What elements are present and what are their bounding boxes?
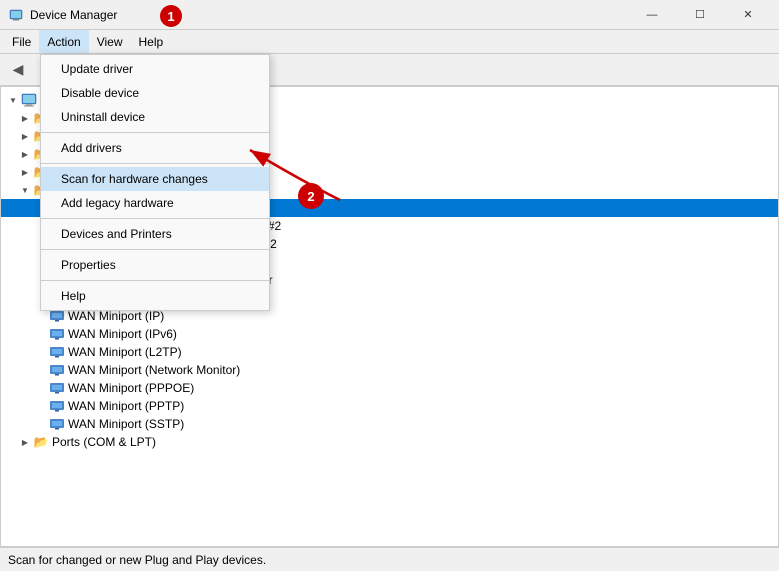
dropdown-separator [41, 249, 269, 250]
expand-icon: ▶ [17, 128, 33, 144]
tree-adapter-wan-sstp[interactable]: WAN Miniport (SSTP) [1, 415, 778, 433]
ports-category-label: Ports (COM & LPT) [52, 435, 156, 449]
expand-spacer [33, 398, 49, 414]
ports-category-icon: 📂 [33, 434, 49, 450]
adapter-icon [49, 344, 65, 360]
adapter-icon [49, 416, 65, 432]
dropdown-help[interactable]: Help [41, 284, 269, 308]
app-icon [8, 7, 24, 23]
dropdown-separator [41, 218, 269, 219]
adapter-label: WAN Miniport (PPPOE) [68, 381, 194, 395]
adapter-icon [49, 398, 65, 414]
menu-action[interactable]: Action [39, 30, 88, 53]
adapter-label: WAN Miniport (PPTP) [68, 399, 184, 413]
dropdown-add-drivers[interactable]: Add drivers [41, 136, 269, 160]
dropdown-separator [41, 280, 269, 281]
expand-spacer [33, 326, 49, 342]
window-title: Device Manager [30, 8, 117, 22]
dropdown-separator [41, 132, 269, 133]
expand-icon: ▼ [17, 182, 33, 198]
maximize-button[interactable]: ☐ [677, 0, 723, 30]
dropdown-disable-device[interactable]: Disable device [41, 81, 269, 105]
dropdown-properties[interactable]: Properties [41, 253, 269, 277]
expand-spacer [33, 380, 49, 396]
menu-file[interactable]: File [4, 30, 39, 53]
tree-adapter-wan-netmon[interactable]: WAN Miniport (Network Monitor) [1, 361, 778, 379]
dropdown-uninstall-device[interactable]: Uninstall device [41, 105, 269, 129]
dropdown-add-legacy[interactable]: Add legacy hardware [41, 191, 269, 215]
adapter-label: WAN Miniport (Network Monitor) [68, 363, 240, 377]
adapter-icon [49, 362, 65, 378]
title-bar: Device Manager — ☐ ✕ [0, 0, 779, 30]
tree-adapter-wan-l2tp[interactable]: WAN Miniport (L2TP) [1, 343, 778, 361]
expand-spacer [33, 362, 49, 378]
dropdown-devices-printers[interactable]: Devices and Printers [41, 222, 269, 246]
dropdown-update-driver[interactable]: Update driver [41, 57, 269, 81]
menu-help[interactable]: Help [131, 30, 172, 53]
adapter-label: WAN Miniport (IP) [68, 309, 164, 323]
window-controls: — ☐ ✕ [629, 0, 771, 30]
tree-adapter-wan-pptp[interactable]: WAN Miniport (PPTP) [1, 397, 778, 415]
minimize-button[interactable]: — [629, 0, 675, 30]
expand-spacer [33, 344, 49, 360]
dropdown-scan-hardware[interactable]: Scan for hardware changes [41, 167, 269, 191]
status-bar: Scan for changed or new Plug and Play de… [0, 547, 779, 571]
close-button[interactable]: ✕ [725, 0, 771, 30]
dropdown-separator [41, 163, 269, 164]
tree-adapter-wan-ipv6[interactable]: WAN Miniport (IPv6) [1, 325, 778, 343]
tree-category-ports[interactable]: ▶ 📂 Ports (COM & LPT) [1, 433, 778, 451]
computer-icon [21, 92, 37, 108]
expand-icon: ▶ [17, 434, 33, 450]
expand-spacer [33, 416, 49, 432]
adapter-icon [49, 326, 65, 342]
expand-icon: ▼ [5, 92, 21, 108]
action-dropdown: Update driver Disable device Uninstall d… [40, 54, 270, 311]
menu-view[interactable]: View [89, 30, 131, 53]
expand-icon: ▶ [17, 164, 33, 180]
adapter-label: WAN Miniport (L2TP) [68, 345, 182, 359]
status-text: Scan for changed or new Plug and Play de… [8, 553, 266, 567]
menu-bar: File Action View Help [0, 30, 779, 54]
tree-adapter-wan-pppoe[interactable]: WAN Miniport (PPPOE) [1, 379, 778, 397]
adapter-label: WAN Miniport (SSTP) [68, 417, 184, 431]
adapter-label: WAN Miniport (IPv6) [68, 327, 177, 341]
back-button[interactable]: ◀ [4, 58, 32, 82]
expand-icon: ▶ [17, 110, 33, 126]
adapter-icon [49, 380, 65, 396]
expand-icon: ▶ [17, 146, 33, 162]
